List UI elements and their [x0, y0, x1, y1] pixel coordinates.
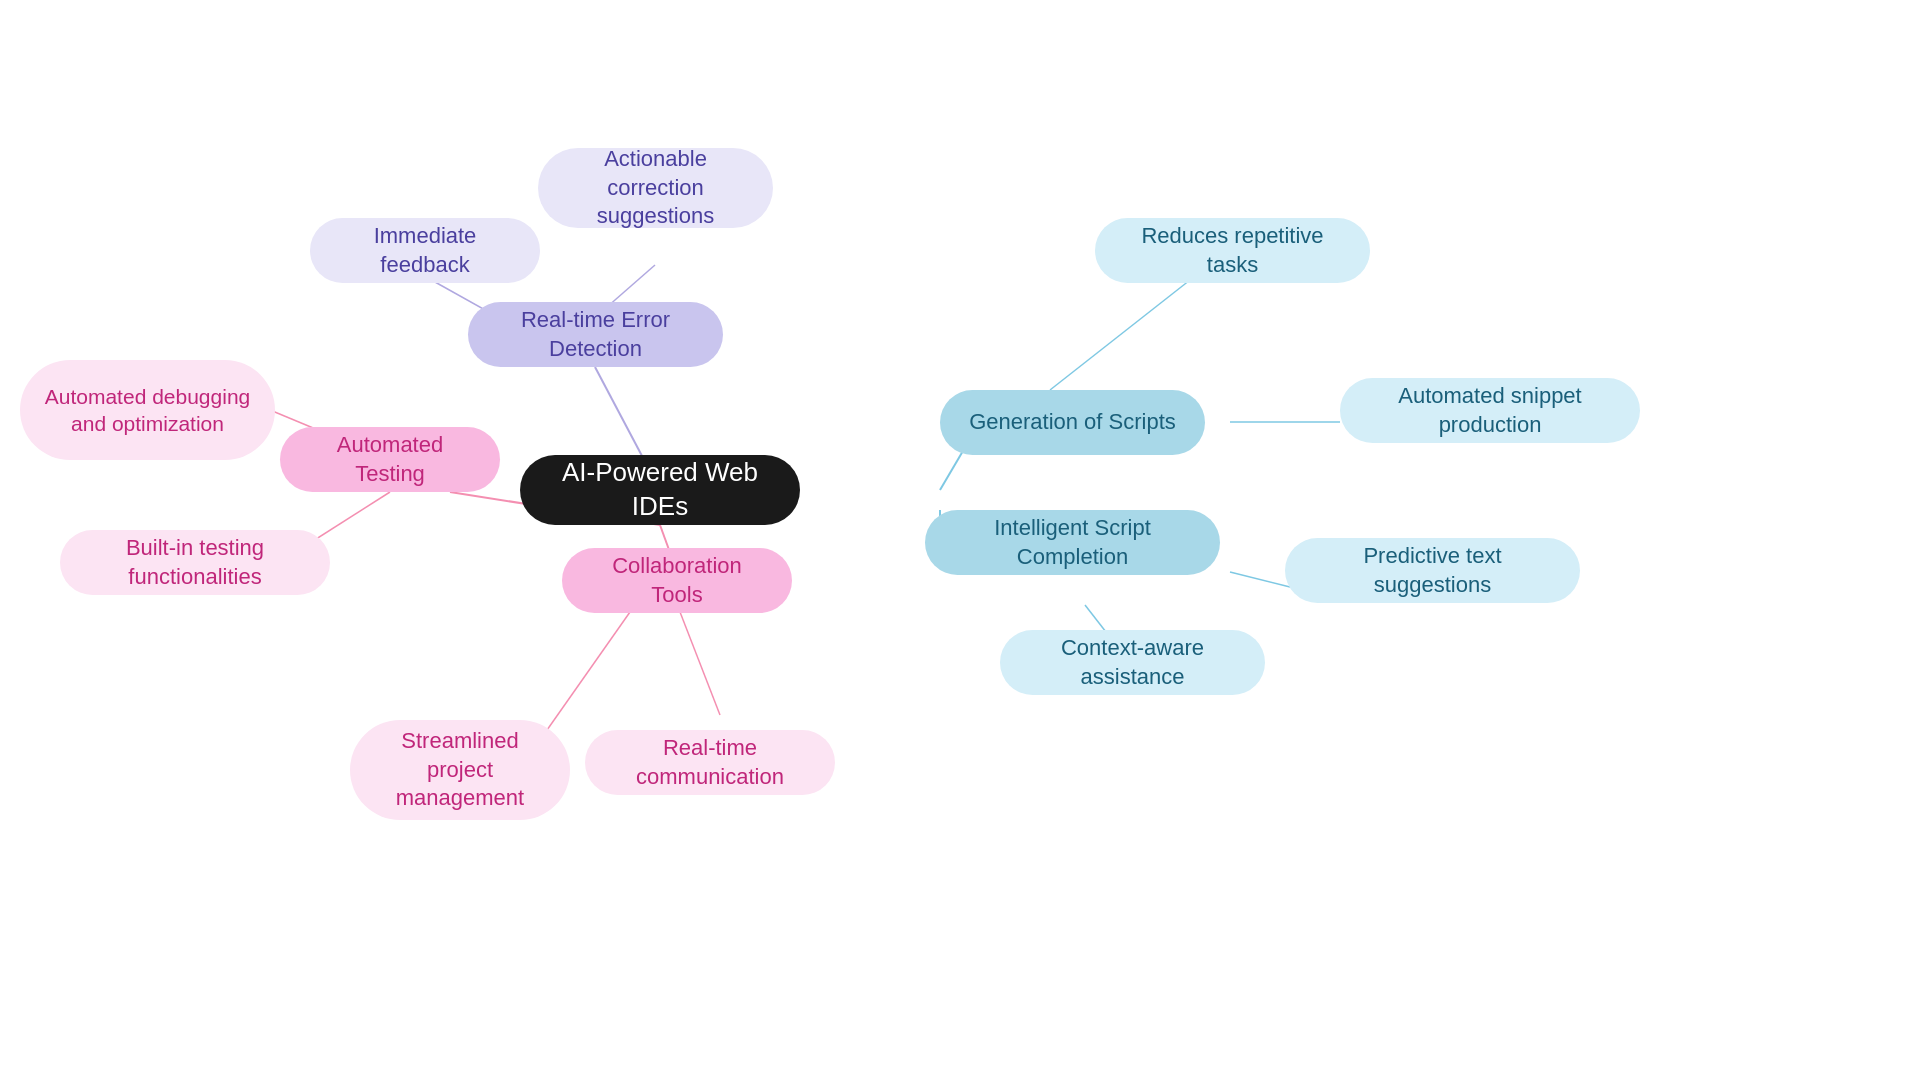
automated-debugging-node: Automated debugging and optimization	[20, 360, 275, 460]
generation-scripts-node: Generation of Scripts	[940, 390, 1205, 455]
context-aware-node: Context-aware assistance	[1000, 630, 1265, 695]
svg-line-13	[1230, 572, 1290, 587]
automated-snippet-node: Automated snippet production	[1340, 378, 1640, 443]
intelligent-script-node: Intelligent Script Completion	[925, 510, 1220, 575]
streamlined-project-node: Streamlined project management	[350, 720, 570, 820]
collaboration-tools-node: Collaboration Tools	[562, 548, 792, 613]
built-in-testing-node: Built-in testing functionalities	[60, 530, 330, 595]
realtime-communication-node: Real-time communication	[585, 730, 835, 795]
svg-line-10	[680, 612, 720, 715]
reduces-repetitive-node: Reduces repetitive tasks	[1095, 218, 1370, 283]
real-time-error-node: Real-time Error Detection	[468, 302, 723, 367]
svg-line-11	[1050, 280, 1190, 390]
immediate-feedback-node: Immediate feedback	[310, 218, 540, 283]
center-node: AI-Powered Web IDEs	[520, 455, 800, 525]
predictive-text-node: Predictive text suggestions	[1285, 538, 1580, 603]
automated-testing-node: Automated Testing	[280, 427, 500, 492]
actionable-correction-node: Actionable correction suggestions	[538, 148, 773, 228]
svg-line-9	[540, 612, 630, 740]
